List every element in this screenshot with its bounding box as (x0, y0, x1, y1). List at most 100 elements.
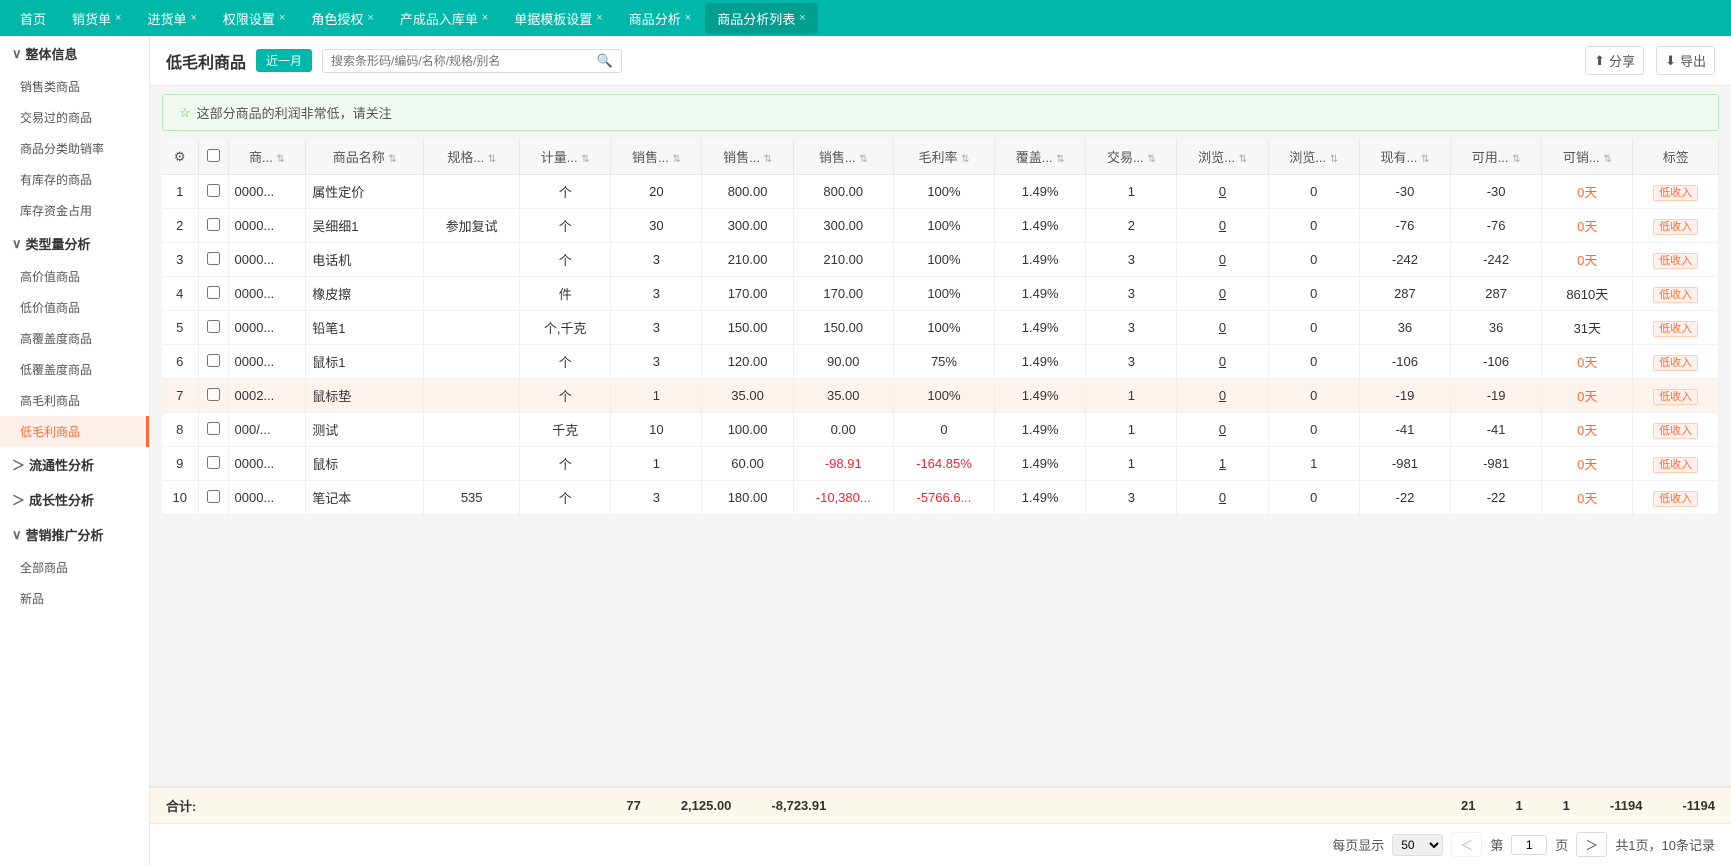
search-box[interactable]: 🔍 (322, 49, 622, 73)
sidebar-item-in-stock[interactable]: 有库存的商品 (0, 164, 149, 195)
cell-checkbox[interactable] (198, 277, 228, 311)
cell-checkbox[interactable] (198, 243, 228, 277)
row-checkbox[interactable] (207, 320, 220, 333)
th-gross-margin[interactable]: 毛利率 ⇅ (893, 139, 994, 175)
cell-browse1[interactable]: 0 (1177, 209, 1268, 243)
row-checkbox[interactable] (207, 286, 220, 299)
th-available[interactable]: 可用... ⇅ (1451, 139, 1542, 175)
cell-checkbox[interactable] (198, 345, 228, 379)
th-settings[interactable]: ⚙ (162, 139, 198, 175)
prev-page-button[interactable]: ＜ (1451, 832, 1482, 857)
sidebar-section-growth[interactable]: ＞ 成长性分析 (0, 482, 149, 517)
search-input[interactable] (331, 54, 591, 68)
sidebar-item-stock-fund[interactable]: 库存资金占用 (0, 195, 149, 226)
cell-checkbox[interactable] (198, 175, 228, 209)
sidebar-item-low-coverage[interactable]: 低覆盖度商品 (0, 354, 149, 385)
cell-sales-profit: 150.00 (793, 311, 893, 345)
sidebar-item-high-coverage[interactable]: 高覆盖度商品 (0, 323, 149, 354)
next-page-button[interactable]: ＞ (1576, 832, 1607, 857)
th-code[interactable]: 商... ⇅ (228, 139, 306, 175)
th-sales-count[interactable]: 销售... ⇅ (611, 139, 702, 175)
cell-browse1[interactable]: 0 (1177, 413, 1268, 447)
row-checkbox[interactable] (207, 422, 220, 435)
sidebar-section-overall[interactable]: ∨ 整体信息 (0, 36, 149, 71)
th-browse2[interactable]: 浏览... ⇅ (1268, 139, 1359, 175)
th-name[interactable]: 商品名称 ⇅ (306, 139, 424, 175)
nav-roles[interactable]: 角色授权 × (299, 3, 385, 34)
sidebar-section-circulation[interactable]: ＞ 流通性分析 (0, 447, 149, 482)
sidebar-item-high-margin[interactable]: 高毛利商品 (0, 385, 149, 416)
cell-checkbox[interactable] (198, 311, 228, 345)
cell-checkbox[interactable] (198, 413, 228, 447)
th-sales-amount[interactable]: 销售... ⇅ (702, 139, 793, 175)
th-unit[interactable]: 计量... ⇅ (520, 139, 611, 175)
sidebar-item-sales-products[interactable]: 销售类商品 (0, 71, 149, 102)
cell-code: 0000... (228, 447, 306, 481)
nav-roles-close[interactable]: × (367, 12, 373, 24)
nav-product-analysis[interactable]: 商品分析 × (617, 3, 703, 34)
cell-tag: 低收入 (1633, 413, 1719, 447)
cell-browse1[interactable]: 0 (1177, 277, 1268, 311)
cell-browse1[interactable]: 1 (1177, 447, 1268, 481)
time-filter-button[interactable]: 近一月 (256, 49, 312, 72)
nav-products-close[interactable]: × (482, 12, 488, 24)
cell-browse1[interactable]: 0 (1177, 481, 1268, 515)
th-saleable[interactable]: 可销... ⇅ (1542, 139, 1633, 175)
row-checkbox[interactable] (207, 456, 220, 469)
th-browse1[interactable]: 浏览... ⇅ (1177, 139, 1268, 175)
cell-browse1[interactable]: 0 (1177, 175, 1268, 209)
cell-available: -106 (1451, 345, 1542, 379)
th-current-stock[interactable]: 现有... ⇅ (1359, 139, 1450, 175)
cell-browse1[interactable]: 0 (1177, 379, 1268, 413)
cell-checkbox[interactable] (198, 379, 228, 413)
per-page-select[interactable]: 50 100 200 (1392, 834, 1443, 856)
nav-products-in[interactable]: 产成品入库单 × (388, 3, 500, 34)
page-number-input[interactable] (1511, 835, 1547, 855)
th-spec[interactable]: 规格... ⇅ (424, 139, 520, 175)
nav-sales[interactable]: 销货单 × (60, 3, 133, 34)
th-coverage[interactable]: 覆盖... ⇅ (995, 139, 1086, 175)
sidebar-item-low-margin[interactable]: 低毛利商品 (0, 416, 149, 447)
cell-browse1[interactable]: 0 (1177, 311, 1268, 345)
sidebar-item-low-value[interactable]: 低价值商品 (0, 292, 149, 323)
th-checkbox[interactable] (198, 139, 228, 175)
sidebar-section-marketing[interactable]: ∨ 营销推广分析 (0, 517, 149, 552)
sidebar-item-category-rate[interactable]: 商品分类助销率 (0, 133, 149, 164)
sidebar-item-traded[interactable]: 交易过的商品 (0, 102, 149, 133)
cell-checkbox[interactable] (198, 481, 228, 515)
nav-permissions[interactable]: 权限设置 × (211, 3, 297, 34)
th-transaction[interactable]: 交易... ⇅ (1086, 139, 1177, 175)
row-checkbox[interactable] (207, 388, 220, 401)
row-checkbox[interactable] (207, 184, 220, 197)
th-tag[interactable]: 标签 (1633, 139, 1719, 175)
nav-permissions-close[interactable]: × (279, 12, 285, 24)
nav-product-analysis-list[interactable]: 商品分析列表 × (705, 3, 817, 34)
nav-purchase-close[interactable]: × (190, 12, 196, 24)
nav-list-close[interactable]: × (799, 12, 805, 24)
row-checkbox[interactable] (207, 252, 220, 265)
share-button[interactable]: ⬆ 分享 (1585, 46, 1644, 75)
sidebar-item-all-products[interactable]: 全部商品 (0, 552, 149, 583)
select-all-checkbox[interactable] (207, 149, 220, 162)
cell-checkbox[interactable] (198, 447, 228, 481)
search-icon[interactable]: 🔍 (597, 53, 613, 69)
export-button[interactable]: ⬇ 导出 (1656, 46, 1715, 75)
nav-purchase[interactable]: 进货单 × (135, 3, 208, 34)
cell-browse2: 0 (1268, 311, 1359, 345)
sidebar-item-high-value[interactable]: 高价值商品 (0, 261, 149, 292)
row-checkbox[interactable] (207, 354, 220, 367)
cell-browse1[interactable]: 0 (1177, 243, 1268, 277)
sidebar-item-new-products[interactable]: 新品 (0, 583, 149, 614)
footer-sales-profit: -8,723.91 (771, 798, 826, 813)
cell-checkbox[interactable] (198, 209, 228, 243)
nav-home[interactable]: 首页 (8, 3, 58, 34)
nav-template[interactable]: 单据模板设置 × (502, 3, 614, 34)
th-sales-profit[interactable]: 销售... ⇅ (793, 139, 893, 175)
nav-sales-close[interactable]: × (115, 12, 121, 24)
cell-browse1[interactable]: 0 (1177, 345, 1268, 379)
row-checkbox[interactable] (207, 490, 220, 503)
nav-template-close[interactable]: × (596, 12, 602, 24)
sidebar-section-category[interactable]: ∨ 类型量分析 (0, 226, 149, 261)
nav-analysis-close[interactable]: × (685, 12, 691, 24)
row-checkbox[interactable] (207, 218, 220, 231)
